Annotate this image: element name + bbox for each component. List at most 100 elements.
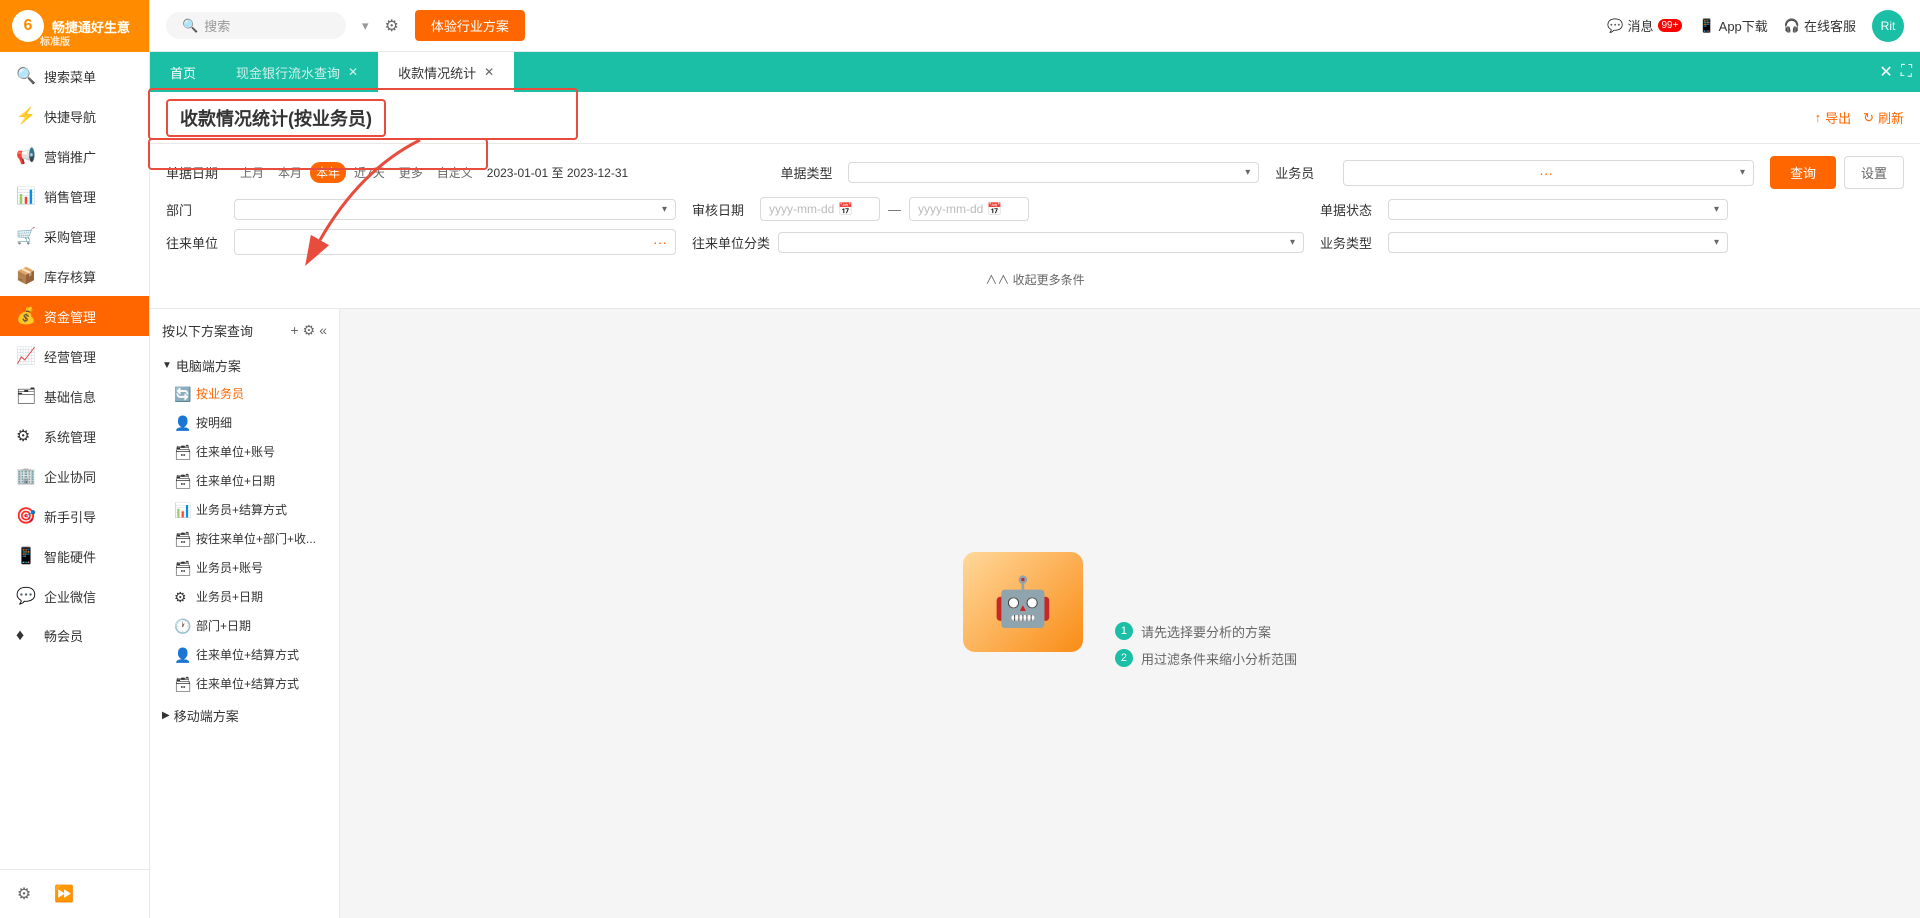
filter-area: 单据日期 上月 本月 本年 近7天 更多 自定义 2023-01-01 至 20… <box>150 144 1920 309</box>
review-date-to-input[interactable]: yyyy-mm-dd 📅 <box>909 197 1029 221</box>
sidebar-item-inventory[interactable]: 📦 库存核算 <box>0 256 149 296</box>
collapse-sidebar-btn[interactable]: ⏩ <box>48 878 80 910</box>
voucher-type-label: 单据类型 <box>780 163 840 182</box>
sidebar-nav: 🔍 搜索菜单 ⚡ 快捷导航 📢 营销推广 📊 销售管理 🛒 采购管理 📦 库存核… <box>0 52 149 869</box>
scheme-item-icon-6: 🗃 <box>174 560 190 576</box>
sidebar-item-finance[interactable]: 💰 资金管理 <box>0 296 149 336</box>
bank-flow-close-btn[interactable]: ✕ <box>348 65 358 79</box>
page-body: 按以下方案查询 + ⚙ « ▼ 电脑端方案 🔄 按业务员 <box>150 309 1920 918</box>
dept-select[interactable]: ▾ <box>234 199 676 220</box>
maximize-btn[interactable]: ⛶ <box>1901 63 1912 81</box>
app-download-btn[interactable]: 📱 App下载 <box>1698 16 1767 35</box>
dept-label: 部门 <box>166 200 226 219</box>
sidebar-item-system[interactable]: ⚙ 系统管理 <box>0 416 149 456</box>
scheme-item-9[interactable]: 👤 往来单位+结算方式 <box>150 640 339 669</box>
scheme-item-1[interactable]: 👤 按明细 <box>150 408 339 437</box>
export-btn[interactable]: ↑ 导出 <box>1815 108 1852 127</box>
sidebar-item-purchase[interactable]: 🛒 采购管理 <box>0 216 149 256</box>
scheme-item-3[interactable]: 🗃 往来单位+日期 <box>150 466 339 495</box>
date-btn-this-month[interactable]: 本月 <box>272 162 308 183</box>
scheme-item-0[interactable]: 🔄 按业务员 <box>150 379 339 408</box>
scheme-collapse-btn[interactable]: « <box>319 322 327 339</box>
salesperson-label: 业务员 <box>1275 163 1335 182</box>
scheme-item-8[interactable]: 🕐 部门+日期 <box>150 611 339 640</box>
settings-gear-btn[interactable]: ⚙ <box>385 16 399 36</box>
sidebar-item-sales[interactable]: 📊 销售管理 <box>0 176 149 216</box>
date-btn-custom[interactable]: 自定义 <box>431 162 479 183</box>
counterparty-more-btn[interactable]: ··· <box>653 234 667 250</box>
sidebar-item-search-menu[interactable]: 🔍 搜索菜单 <box>0 56 149 96</box>
avatar: Rit <box>1872 10 1904 42</box>
page-header: 收款情况统计(按业务员) ↑ 导出 ↻ 刷新 <box>150 92 1920 144</box>
scheme-item-5[interactable]: 🗃 按往来单位+部门+收... <box>150 524 339 553</box>
scheme-item-6[interactable]: 🗃 业务员+账号 <box>150 553 339 582</box>
query-btn[interactable]: 查询 <box>1770 156 1836 189</box>
counterparty-group: 往来单位 ··· <box>166 229 676 255</box>
sidebar-item-member[interactable]: ♦ 畅会员 <box>0 616 149 655</box>
voucher-status-select[interactable]: ▾ <box>1388 199 1728 220</box>
voucher-type-select[interactable]: ▾ <box>848 162 1259 183</box>
sidebar-item-operations[interactable]: 📈 经营管理 <box>0 336 149 376</box>
close-all-tabs-btn[interactable]: ✕ <box>1879 62 1892 82</box>
refresh-btn[interactable]: ↻ 刷新 <box>1863 108 1904 127</box>
sidebar-item-basic-info[interactable]: 🗂 基础信息 <box>0 376 149 416</box>
sales-icon: 📊 <box>16 186 36 206</box>
sidebar-item-hardware[interactable]: 📱 智能硬件 <box>0 536 149 576</box>
add-scheme-btn[interactable]: + <box>290 322 298 339</box>
tab-collection-stat[interactable]: 收款情况统计 ✕ <box>378 52 514 92</box>
biz-type-select[interactable]: ▾ <box>1388 232 1728 253</box>
voucher-type-group: 单据类型 ▾ <box>780 162 1259 183</box>
tabbar-actions: ✕ ⛶ <box>1879 62 1920 82</box>
date-btn-7days[interactable]: 近7天 <box>348 162 391 183</box>
scheme-group-mobile-header[interactable]: ▶ 移动端方案 <box>150 702 339 729</box>
collection-stat-close-btn[interactable]: ✕ <box>484 65 494 79</box>
search-menu-icon: 🔍 <box>16 66 36 86</box>
sidebar-item-enterprise[interactable]: 🏢 企业协同 <box>0 456 149 496</box>
salesperson-more-btn[interactable]: ··· <box>1539 165 1553 181</box>
industry-btn[interactable]: 体验行业方案 <box>415 10 525 41</box>
search-box[interactable]: 🔍 搜索 <box>166 12 346 39</box>
tab-bank-flow[interactable]: 现金银行流水查询 ✕ <box>216 52 378 92</box>
sidebar-item-wechat[interactable]: 💬 企业微信 <box>0 576 149 616</box>
messages-btn[interactable]: 💬 消息 99+ <box>1607 16 1682 35</box>
workspace-dropdown[interactable]: ▾ <box>362 18 369 34</box>
scheme-group-desktop-header[interactable]: ▼ 电脑端方案 <box>150 352 339 379</box>
counterparty-label: 往来单位 <box>166 233 226 252</box>
topbar-right: 💬 消息 99+ 📱 App下载 🎧 在线客服 Rit <box>1607 10 1904 42</box>
empty-state: 🤖 1 请先选择要分析的方案 2 用过滤条件来缩小分析范围 <box>340 309 1920 918</box>
scheme-item-7[interactable]: ⚙ 业务员+日期 <box>150 582 339 611</box>
scheme-item-2[interactable]: 🗃 往来单位+账号 <box>150 437 339 466</box>
date-btn-this-year[interactable]: 本年 <box>310 162 346 183</box>
online-service-btn[interactable]: 🎧 在线客服 <box>1784 16 1856 35</box>
voucher-status-label: 单据状态 <box>1320 200 1380 219</box>
hardware-icon: 📱 <box>16 546 36 566</box>
mobile-group-arrow-icon: ▶ <box>162 710 170 721</box>
scheme-item-10[interactable]: 🗃 往来单位+结算方式 <box>150 669 339 698</box>
counterparty-select[interactable]: ··· <box>234 229 676 255</box>
action-btns: 查询 设置 <box>1770 156 1904 189</box>
sidebar-item-label: 搜索菜单 <box>44 67 96 86</box>
date-btn-more[interactable]: 更多 <box>393 162 429 183</box>
settings-bottom-btn[interactable]: ⚙ <box>8 878 40 910</box>
tab-home[interactable]: 首页 <box>150 52 216 92</box>
scheme-item-icon-9: 👤 <box>174 647 190 663</box>
sidebar-item-guide[interactable]: 🎯 新手引导 <box>0 496 149 536</box>
counterparty-type-select[interactable]: ▾ <box>778 232 1304 253</box>
collapse-more-btn[interactable]: ∧∧ 收起更多条件 <box>166 263 1904 296</box>
sidebar-item-quick-nav[interactable]: ⚡ 快捷导航 <box>0 96 149 136</box>
salesperson-select[interactable]: ··· ▾ <box>1343 160 1754 186</box>
scheme-item-icon-8: 🕐 <box>174 618 190 634</box>
settings-btn[interactable]: 设置 <box>1844 156 1904 189</box>
scheme-settings-btn[interactable]: ⚙ <box>303 322 316 339</box>
bank-flow-tab-label: 现金银行流水查询 <box>236 63 340 82</box>
marketing-icon: 📢 <box>16 146 36 166</box>
review-date-from-input[interactable]: yyyy-mm-dd 📅 <box>760 197 880 221</box>
quick-nav-icon: ⚡ <box>16 106 36 126</box>
user-avatar[interactable]: Rit <box>1872 10 1904 42</box>
message-icon: 💬 <box>1607 18 1623 34</box>
date-btn-last-month[interactable]: 上月 <box>234 162 270 183</box>
empty-state-content: 🤖 1 请先选择要分析的方案 2 用过滤条件来缩小分析范围 <box>963 552 1297 676</box>
sidebar-item-marketing[interactable]: 📢 营销推广 <box>0 136 149 176</box>
group-arrow-icon: ▼ <box>162 360 172 371</box>
scheme-item-4[interactable]: 📊 业务员+结算方式 <box>150 495 339 524</box>
